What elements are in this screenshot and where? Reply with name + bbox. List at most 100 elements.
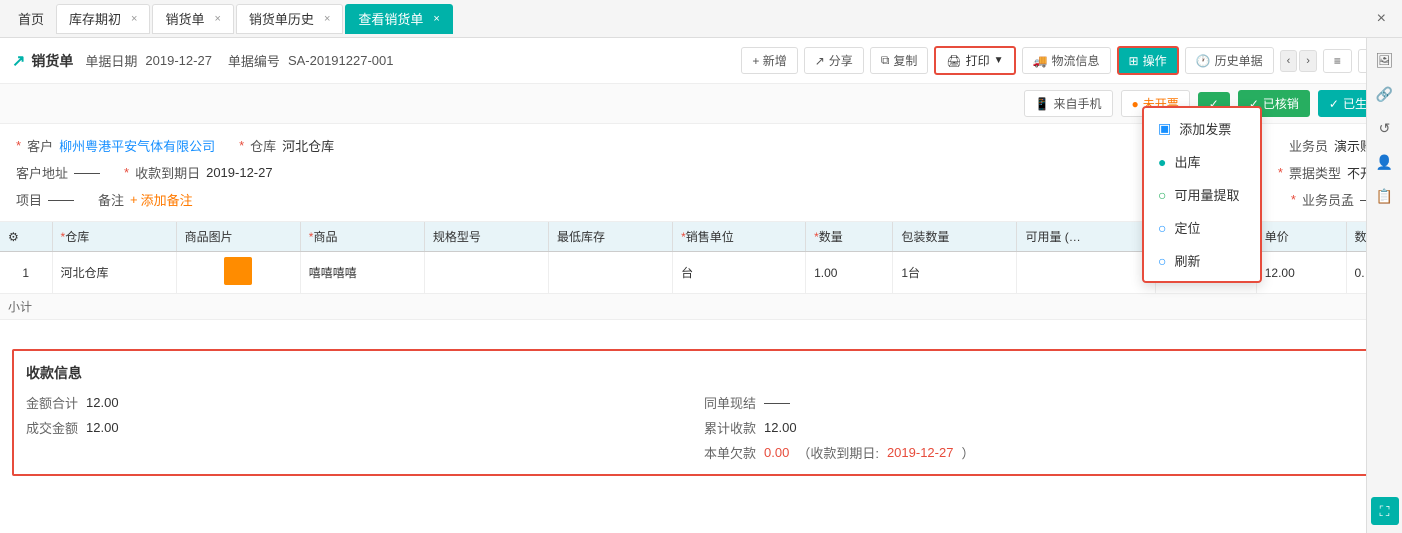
customer-field: * 客户 柳州粤港平安气体有限公司 [16,136,215,155]
print-icon: 🖨 [946,54,961,68]
operations-button[interactable]: ⊞ 操作 [1117,46,1179,75]
operations-icon: ⊞ [1129,54,1139,68]
document-title: ↗ 销货单 [12,51,73,71]
list-view-icon: ≡ [1334,54,1341,68]
col-product: *商品 [300,222,424,252]
sidebar-refresh-icon[interactable]: ↺ [1371,114,1399,142]
tab-sales-history-close[interactable]: × [324,13,330,25]
payment-date-field: * 收款到期日 2019-12-27 [124,163,273,182]
add-note-button[interactable]: + 添加备注 [130,190,193,209]
sidebar-expand-icon[interactable]: ⛶ [1371,497,1399,525]
document-header: ↗ 销货单 单据日期 2019-12-27 单据编号 SA-20191227-0… [0,38,1402,84]
payment-right-col: 同单现结 —— 累计收款 12.00 本单欠款 0.00 （收款到期日: 201… [704,393,1376,462]
sales-order-icon: ↗ [12,51,25,71]
doc-date-label: 单据日期 2019-12-27 [85,51,212,70]
row-spec [424,252,548,294]
available-qty-item[interactable]: ○ 可用量提取 [1144,178,1260,211]
print-button[interactable]: 🖨 打印 ▼ [934,46,1015,75]
payment-left-col: 金额合计 12.00 成交金额 12.00 [26,393,698,462]
customer-label: 客户 [27,136,53,155]
document-meta: 单据日期 2019-12-27 单据编号 SA-20191227-001 [85,51,393,70]
refresh-item[interactable]: ○ 刷新 [1144,244,1260,277]
warehouse-value: 河北仓库 [282,136,334,155]
customer-addr-label: 客户地址 [16,163,68,182]
nav-prev-button[interactable]: ‹ [1280,50,1298,72]
available-qty-icon: ○ [1158,187,1166,203]
tab-view-sales-close[interactable]: × [433,13,439,25]
locate-item[interactable]: ○ 定位 [1144,211,1260,244]
col-sales-unit: *销售单位 [673,222,806,252]
document-actions: + 新增 ↗ 分享 ⧉ 复制 🖨 打印 ▼ 🚚 物流信息 [741,46,1390,75]
nav-next-button[interactable]: › [1299,50,1317,72]
row-quantity: 1.00 [806,252,893,294]
history-icon: 🕐 [1196,54,1211,68]
col-gear: ⚙ [0,222,52,252]
refresh-icon: ○ [1158,253,1166,269]
col-spec: 规格型号 [424,222,548,252]
sidebar-link-icon[interactable]: 🔗 [1371,80,1399,108]
subtotal-row: 小计 [0,294,1402,320]
col-available: 可用量 (… [1017,222,1155,252]
sidebar-user-icon[interactable]: 👤 [1371,148,1399,176]
add-invoice-item[interactable]: ▣ 添加发票 [1144,112,1260,145]
ticket-type-label: 票据类型 [1289,163,1341,182]
copy-icon: ⧉ [881,53,890,68]
tab-inventory[interactable]: 库存期初 × [56,4,150,34]
sidebar-note-icon[interactable]: 📋 [1371,182,1399,210]
share-button[interactable]: ↗ 分享 [804,47,864,74]
gear-icon: ⚙ [8,230,19,244]
note-label: 备注 [98,190,124,209]
salesperson2-label: 业务员孟 [1302,190,1354,209]
nav-arrows: ‹ › [1280,50,1317,72]
customer-addr-field: 客户地址 —— [16,163,100,182]
customer-value[interactable]: 柳州粤港平安气体有限公司 [59,136,215,155]
phone-icon: 📱 [1035,97,1050,111]
tab-home[interactable]: 首页 [8,9,54,28]
row-pack-qty: 1台 [893,252,1017,294]
payment-info-title: 收款信息 [26,363,1376,383]
tab-view-sales[interactable]: 查看销货单 × [345,4,452,34]
main-close-button[interactable]: × [1369,10,1394,28]
payment-info-panel: 收款信息 金额合计 12.00 成交金额 12.00 同单现结 —— [12,349,1390,476]
doc-number-label: 单据编号 SA-20191227-001 [228,51,394,70]
salesperson-label: 业务员 [1289,136,1328,155]
tab-sales[interactable]: 销货单 × [152,4,233,34]
tab-sales-close[interactable]: × [214,13,220,25]
locate-icon: ○ [1158,220,1166,236]
logistics-button[interactable]: 🚚 物流信息 [1022,47,1111,74]
row-sales-unit: 台 [673,252,806,294]
salesperson2-required-mark: * [1291,192,1296,207]
customer-required-mark: * [16,138,21,153]
col-min-stock: 最低库存 [548,222,672,252]
copy-button[interactable]: ⧉ 复制 [870,47,929,74]
share-icon: ↗ [815,54,825,68]
row-product: 嘻嘻嘻嘻 [300,252,424,294]
ticket-type-required-mark: * [1278,165,1283,180]
tab-inventory-close[interactable]: × [131,13,137,25]
row-min-stock [548,252,672,294]
logistics-icon: 🚚 [1033,54,1048,68]
tab-sales-history[interactable]: 销货单历史 × [236,4,343,34]
from-phone-button[interactable]: 📱 来自手机 [1024,90,1113,117]
view-list-button[interactable]: ≡ [1323,49,1352,73]
subtotal-label: 小计 [0,294,1402,320]
sidebar-image-icon[interactable]: 🖼 [1371,46,1399,74]
document-type-label: 销货单 [31,51,73,71]
product-image [224,257,252,285]
payment-date-value: 2019-12-27 [206,165,273,180]
outbound-item[interactable]: ● 出库 [1144,145,1260,178]
tab-bar: 首页 库存期初 × 销货单 × 销货单历史 × 查看销货单 × × [0,0,1402,38]
cumulative-receipt-row: 累计收款 12.00 [704,418,1376,437]
new-button[interactable]: + 新增 [741,47,797,74]
history-button[interactable]: 🕐 历史单据 [1185,47,1274,74]
project-label: 项目 [16,190,42,209]
row-available [1017,252,1155,294]
col-unit-price: 单价 [1256,222,1346,252]
row-no: 1 [0,252,52,294]
row-product-img [176,252,300,294]
warehouse-field: * 仓库 河北仓库 [239,136,334,155]
effective-check-icon: ✓ [1329,97,1339,111]
customer-addr-value: —— [74,165,100,180]
col-product-img: 商品图片 [176,222,300,252]
same-order-cash-row: 同单现结 —— [704,393,1376,412]
